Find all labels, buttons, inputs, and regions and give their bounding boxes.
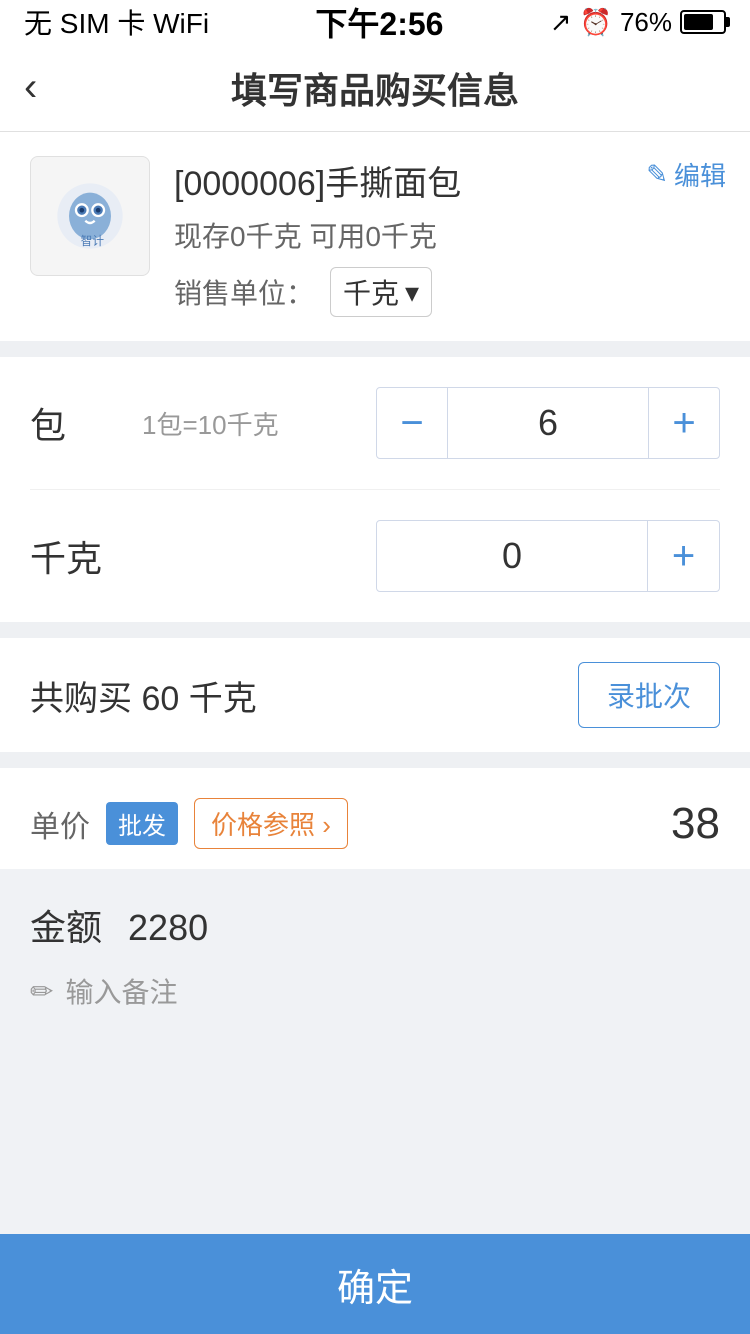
page-title: 填写商品购买信息 [231, 62, 519, 114]
nav-bar: ‹ 填写商品购买信息 [0, 44, 750, 132]
bao-minus-button[interactable]: − [376, 387, 448, 459]
divider-3 [0, 752, 750, 768]
sim-label: 无 SIM 卡 WiFi [24, 2, 209, 42]
kg-controls: + [376, 520, 720, 592]
confirm-button[interactable]: 确定 [0, 1234, 750, 1334]
bao-input[interactable] [448, 387, 648, 459]
amount-label: 金额 [30, 907, 102, 948]
unit-select[interactable]: 千克 ▾ [330, 267, 432, 317]
price-ref-button[interactable]: 价格参照 › [194, 798, 348, 849]
bao-controls: − + [376, 387, 720, 459]
battery-icon [680, 10, 726, 34]
amount-value: 2280 [128, 907, 208, 948]
status-time: 下午2:56 [315, 0, 443, 45]
product-info: [0000006]手撕面包 现存0千克 可用0千克 销售单位： 千克 ▾ [174, 156, 720, 317]
divider-1 [0, 341, 750, 357]
price-row: 单价 批发 价格参照 › 38 [30, 798, 720, 849]
total-text: 共购买 60 千克 [30, 671, 257, 720]
bao-row: 包 1包=10千克 − + [30, 357, 720, 490]
svg-text:智计: 智计 [81, 234, 105, 248]
bao-sublabel: 1包=10千克 [142, 405, 376, 442]
amount-row: 金额 2280 [30, 899, 720, 951]
total-section: 共购买 60 千克 录批次 [0, 638, 750, 752]
product-stock: 现存0千克 可用0千克 [174, 215, 720, 255]
remark-row[interactable]: ✏ 输入备注 [30, 971, 720, 1011]
price-label: 单价 [30, 802, 90, 846]
kg-input[interactable] [376, 520, 648, 592]
alarm-icon: ⏰ [580, 7, 612, 38]
product-image: 智计 [30, 156, 150, 276]
product-section: 智计 [0000006]手撕面包 现存0千克 可用0千克 销售单位： 千克 ▾ [0, 132, 750, 341]
pencil-icon: ✏ [30, 975, 53, 1008]
status-right: ↗ ⏰ 76% [550, 7, 726, 38]
status-bar: 无 SIM 卡 WiFi 下午2:56 ↗ ⏰ 76% [0, 0, 750, 44]
bao-label: 包 [30, 397, 130, 449]
amount-section: 金额 2280 ✏ 输入备注 [0, 869, 750, 1031]
unit-label: 销售单位： [174, 272, 314, 312]
price-tag: 批发 [106, 802, 178, 845]
kg-plus-button[interactable]: + [648, 520, 720, 592]
batch-button[interactable]: 录批次 [578, 662, 720, 728]
product-unit-row: 销售单位： 千克 ▾ [174, 267, 720, 317]
product-name: [0000006]手撕面包 [174, 156, 720, 205]
unit-value: 千克 [343, 272, 399, 312]
divider-2 [0, 622, 750, 638]
edit-label: 编辑 [674, 156, 726, 193]
price-value: 38 [671, 799, 720, 849]
bao-plus-button[interactable]: + [648, 387, 720, 459]
price-section: 单价 批发 价格参照 › 38 [0, 768, 750, 869]
kg-label: 千克 [30, 530, 130, 582]
chevron-down-icon: ▾ [405, 276, 419, 309]
status-left: 无 SIM 卡 WiFi [24, 2, 209, 42]
location-icon: ↗ [550, 7, 572, 38]
battery-percent: 76% [620, 7, 672, 38]
edit-button[interactable]: ✎ 编辑 [646, 156, 726, 193]
edit-icon: ✎ [646, 159, 668, 190]
remark-placeholder: 输入备注 [65, 971, 177, 1011]
back-button[interactable]: ‹ [24, 65, 37, 110]
product-thumbnail: 智计 [55, 181, 125, 251]
input-section: 包 1包=10千克 − + 千克 + [0, 357, 750, 622]
kg-row: 千克 + [30, 490, 720, 622]
